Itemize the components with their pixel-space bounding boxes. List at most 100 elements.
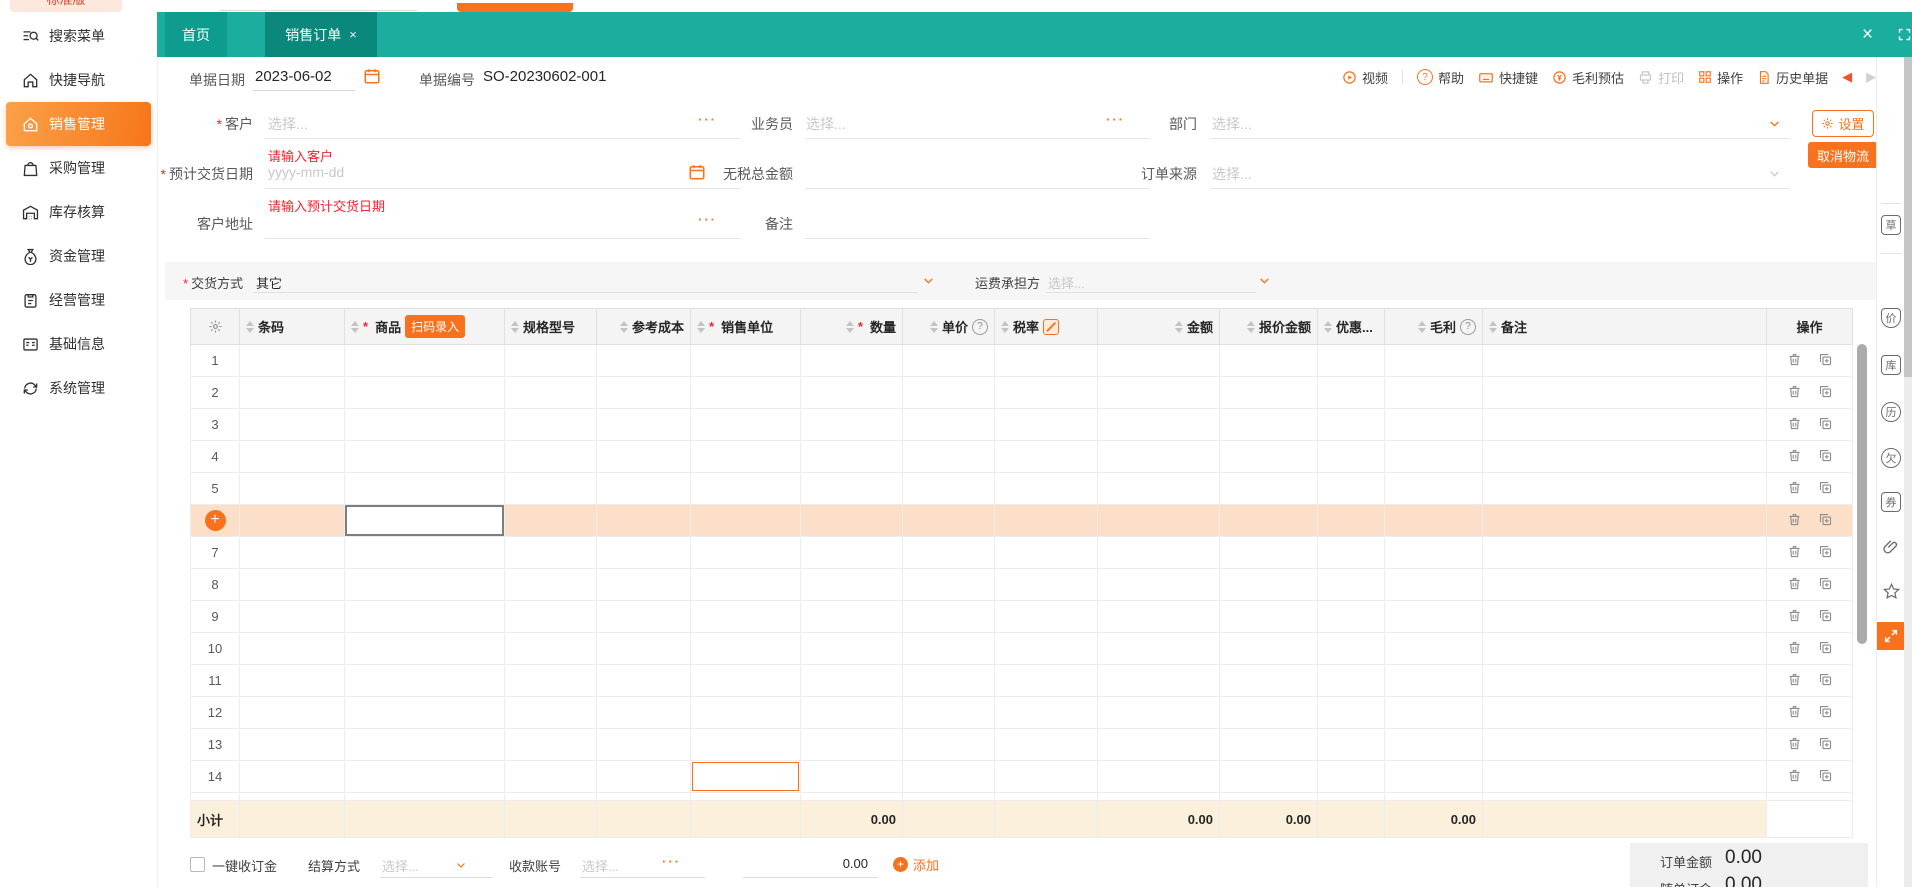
col-header-sales_unit[interactable]: * 销售单位 (690, 308, 801, 345)
sidebar-item-quick-nav[interactable]: 快捷导航 (0, 58, 157, 102)
table-settings-gear[interactable] (190, 308, 240, 345)
attachment-icon[interactable] (1877, 538, 1905, 556)
cell-discount[interactable] (1317, 696, 1385, 729)
cell-quote_amount[interactable] (1219, 344, 1318, 377)
cell-quantity[interactable] (800, 696, 903, 729)
cell-discount[interactable] (1317, 728, 1385, 761)
cell-barcode[interactable] (239, 728, 345, 761)
cell-amount[interactable] (1097, 472, 1220, 505)
department-input[interactable]: 选择... (1212, 114, 1252, 134)
cell-tax_rate[interactable] (994, 472, 1098, 505)
cell-sales_unit[interactable] (690, 472, 801, 505)
doc-date-value[interactable]: 2023-06-02 (255, 68, 332, 85)
print-button[interactable]: 打印 (1638, 68, 1684, 87)
delivery-method-chevron-down-icon[interactable] (922, 274, 935, 292)
cell-quantity[interactable] (800, 664, 903, 697)
cell-discount[interactable] (1317, 632, 1385, 665)
delete-line-button[interactable] (1787, 384, 1802, 402)
cell-tax_rate[interactable] (994, 440, 1098, 473)
cell-profit[interactable] (1384, 728, 1483, 761)
cell-amount[interactable] (1097, 376, 1220, 409)
fullscreen-icon[interactable] (1897, 12, 1912, 57)
cell-ref_cost[interactable] (596, 440, 691, 473)
delete-line-button[interactable] (1787, 704, 1802, 722)
cell-spec[interactable] (504, 600, 597, 633)
cell-product[interactable] (344, 536, 505, 569)
cell-barcode[interactable] (239, 408, 345, 441)
history-button[interactable]: 历史单据 (1757, 68, 1828, 87)
tab-home[interactable]: 首页 (165, 12, 227, 57)
cell-remark[interactable] (1482, 536, 1767, 569)
cell-sales_unit[interactable] (690, 760, 801, 793)
cell-quote_amount[interactable] (1219, 600, 1318, 633)
cell-discount[interactable] (1317, 568, 1385, 601)
cell-ref_cost[interactable] (596, 472, 691, 505)
cell-quantity[interactable] (800, 632, 903, 665)
cell-profit[interactable] (1384, 408, 1483, 441)
copy-line-button[interactable] (1818, 768, 1833, 786)
delete-line-button[interactable] (1787, 608, 1802, 626)
freight-bearer-chevron-down-icon[interactable] (1258, 274, 1271, 292)
col-header-tax_rate[interactable]: 税率 (994, 308, 1098, 345)
cell-quote_amount[interactable] (1219, 376, 1318, 409)
cell-spec[interactable] (504, 504, 597, 537)
cell-tax_rate[interactable] (994, 568, 1098, 601)
cell-amount[interactable] (1097, 408, 1220, 441)
cell-amount[interactable] (1097, 664, 1220, 697)
col-header-remark[interactable]: 备注 (1482, 308, 1767, 345)
cell-remark[interactable] (1482, 600, 1767, 633)
cell-tax_rate[interactable] (994, 504, 1098, 537)
copy-line-button[interactable] (1818, 384, 1833, 402)
cell-amount[interactable] (1097, 600, 1220, 633)
cell-discount[interactable] (1317, 504, 1385, 537)
cell-ref_cost[interactable] (596, 376, 691, 409)
cell-profit[interactable] (1384, 472, 1483, 505)
sidebar-item-funds[interactable]: 资金管理 (0, 234, 157, 278)
cell-tax_rate[interactable] (994, 696, 1098, 729)
tab-sales-order[interactable]: 销售订单 × (265, 12, 377, 57)
help-circle-icon[interactable]: ? (1460, 318, 1476, 335)
cell-product[interactable] (344, 376, 505, 409)
cell-quantity[interactable] (800, 600, 903, 633)
copy-line-button[interactable] (1818, 576, 1833, 594)
expand-icon[interactable] (1877, 622, 1905, 650)
cell-remark[interactable] (1482, 504, 1767, 537)
cell-quantity[interactable] (800, 504, 903, 537)
cell-unit_price[interactable] (902, 504, 995, 537)
cell-discount[interactable] (1317, 760, 1385, 793)
cell-remark[interactable] (1482, 632, 1767, 665)
cell-product[interactable] (344, 504, 505, 537)
cell-spec[interactable] (504, 664, 597, 697)
cell-barcode[interactable] (239, 760, 345, 793)
cell-quantity[interactable] (800, 440, 903, 473)
stock-icon[interactable]: 库 (1877, 355, 1905, 375)
department-chevron-down-icon[interactable] (1768, 117, 1781, 135)
top-strip-clipped-button[interactable] (457, 3, 573, 12)
cell-spec[interactable] (504, 344, 597, 377)
cell-product[interactable] (344, 568, 505, 601)
cell-amount[interactable] (1097, 536, 1220, 569)
cell-quote_amount[interactable] (1219, 568, 1318, 601)
cell-quote_amount[interactable] (1219, 408, 1318, 441)
col-header-quote_amount[interactable]: 报价金额 (1219, 308, 1318, 345)
cell-unit_price[interactable] (902, 568, 995, 601)
customer-input[interactable]: 选择... (268, 114, 308, 134)
delivery-method-value[interactable]: 其它 (256, 273, 282, 292)
price-shield-icon[interactable]: 价 (1877, 308, 1905, 328)
delete-line-button[interactable] (1787, 576, 1802, 594)
cell-profit[interactable] (1384, 600, 1483, 633)
col-header-quantity[interactable]: * 数量 (800, 308, 903, 345)
cell-tax_rate[interactable] (994, 600, 1098, 633)
prev-doc-arrow[interactable]: ◀ (1842, 69, 1852, 85)
col-header-ref_cost[interactable]: 参考成本 (596, 308, 691, 345)
cell-quantity[interactable] (800, 408, 903, 441)
cell-profit[interactable] (1384, 632, 1483, 665)
cell-product[interactable] (344, 408, 505, 441)
cell-profit[interactable] (1384, 760, 1483, 793)
cell-spec[interactable] (504, 472, 597, 505)
cell-quote_amount[interactable] (1219, 536, 1318, 569)
copy-line-button[interactable] (1818, 480, 1833, 498)
cell-remark[interactable] (1482, 760, 1767, 793)
cell-ref_cost[interactable] (596, 504, 691, 537)
cell-remark[interactable] (1482, 344, 1767, 377)
